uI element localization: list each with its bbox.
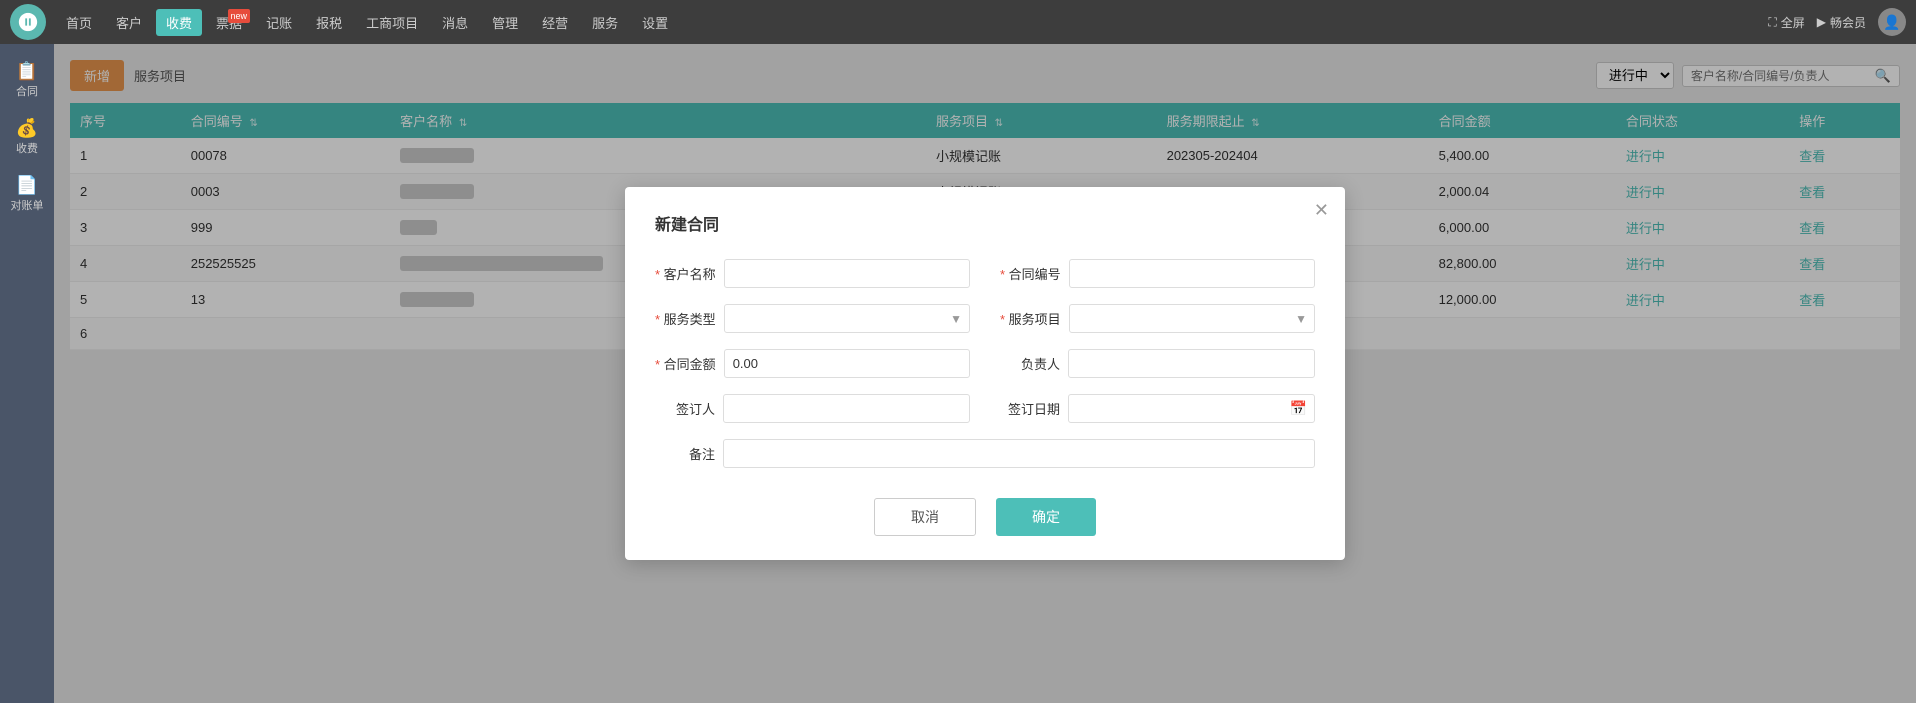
modal-footer: 取消 确定	[655, 498, 1315, 536]
nav-fee[interactable]: 收费	[156, 9, 202, 36]
form-row-person: 负责人	[1000, 349, 1315, 378]
date-input-wrap: 2023-06-06 📅	[1068, 394, 1315, 423]
form-row-service-type: 服务类型 ▼	[655, 304, 970, 333]
new-badge: new	[228, 9, 251, 23]
nav-right: ⛶ 全屏 ▶ 畅会员 👤	[1768, 8, 1906, 36]
service-item-select-wrap: ▼	[1069, 304, 1315, 333]
fullscreen-icon: ⛶	[1768, 15, 1776, 30]
confirm-button[interactable]: 确定	[996, 498, 1096, 536]
fee-icon: 💰	[16, 119, 38, 137]
sign-date-label: 签订日期	[1000, 399, 1060, 418]
statement-icon: 📄	[16, 176, 38, 194]
nav-items: 首页 客户 收费 票据 new 记账 报税 工商项目 消息 管理 经营 服务 设…	[56, 9, 1768, 36]
notes-input[interactable]	[723, 439, 1315, 468]
form-row-signer: 签订人	[655, 394, 970, 423]
nav-operation[interactable]: 经营	[532, 9, 578, 36]
signer-label: 签订人	[655, 399, 715, 418]
customer-name-input[interactable]	[724, 259, 970, 288]
fullscreen-button[interactable]: ⛶ 全屏	[1768, 14, 1804, 31]
nav-bookkeeping[interactable]: 记账	[256, 9, 302, 36]
avatar[interactable]: 👤	[1878, 8, 1906, 36]
signer-input[interactable]	[723, 394, 970, 423]
amount-label: 合同金额	[655, 354, 716, 373]
sidebar-item-fee[interactable]: 💰 收费	[3, 111, 51, 164]
customer-label: 客户名称	[655, 264, 716, 283]
sidebar-item-contract[interactable]: 📋 合同	[3, 54, 51, 107]
person-input[interactable]	[1068, 349, 1315, 378]
form-row-service-item: 服务项目 ▼	[1000, 304, 1315, 333]
form-row-notes: 备注	[655, 439, 1315, 468]
content-area: 新增 服务项目 进行中 已完成 已终止 🔍 序号 合同	[54, 44, 1916, 703]
form-row-amount: 合同金额	[655, 349, 970, 378]
modal-overlay: 新建合同 ✕ 客户名称 合同编号 服务类型	[54, 44, 1916, 703]
service-type-label: 服务类型	[655, 309, 716, 328]
modal-close-button[interactable]: ✕	[1314, 201, 1329, 219]
notes-label: 备注	[655, 444, 715, 463]
contract-no-input[interactable]	[1069, 259, 1315, 288]
nav-settings[interactable]: 设置	[632, 9, 678, 36]
contract-no-label: 合同编号	[1000, 264, 1061, 283]
contract-icon: 📋	[16, 62, 38, 80]
service-item-select[interactable]	[1069, 304, 1315, 333]
nav-manage[interactable]: 管理	[482, 9, 528, 36]
form-grid: 客户名称 合同编号 服务类型 ▼	[655, 259, 1315, 468]
sidebar: 📋 合同 💰 收费 📄 对账单	[0, 44, 54, 703]
nav-business[interactable]: 工商项目	[356, 9, 428, 36]
nav-customer[interactable]: 客户	[106, 9, 152, 36]
nav-home[interactable]: 首页	[56, 9, 102, 36]
main-layout: 📋 合同 💰 收费 📄 对账单 新增 服务项目 进行中 已完成 已终止	[0, 44, 1916, 703]
app-logo	[10, 4, 46, 40]
nav-invoice[interactable]: 票据 new	[206, 9, 252, 36]
member-button[interactable]: ▶ 畅会员	[1817, 14, 1866, 31]
form-row-contract-no: 合同编号	[1000, 259, 1315, 288]
amount-input[interactable]	[724, 349, 970, 378]
play-icon: ▶	[1817, 15, 1826, 29]
sign-date-input[interactable]: 2023-06-06	[1068, 394, 1315, 423]
top-nav: 首页 客户 收费 票据 new 记账 报税 工商项目 消息 管理 经营 服务 设…	[0, 0, 1916, 44]
form-row-sign-date: 签订日期 2023-06-06 📅	[1000, 394, 1315, 423]
nav-tax[interactable]: 报税	[306, 9, 352, 36]
sidebar-item-statement[interactable]: 📄 对账单	[3, 168, 51, 221]
cancel-button[interactable]: 取消	[874, 498, 976, 536]
service-item-label: 服务项目	[1000, 309, 1061, 328]
form-row-customer: 客户名称	[655, 259, 970, 288]
modal-title: 新建合同	[655, 211, 1315, 235]
nav-message[interactable]: 消息	[432, 9, 478, 36]
person-label: 负责人	[1000, 354, 1060, 373]
nav-service[interactable]: 服务	[582, 9, 628, 36]
service-type-select[interactable]	[724, 304, 970, 333]
new-contract-modal: 新建合同 ✕ 客户名称 合同编号 服务类型	[625, 187, 1345, 560]
service-type-select-wrap: ▼	[724, 304, 970, 333]
